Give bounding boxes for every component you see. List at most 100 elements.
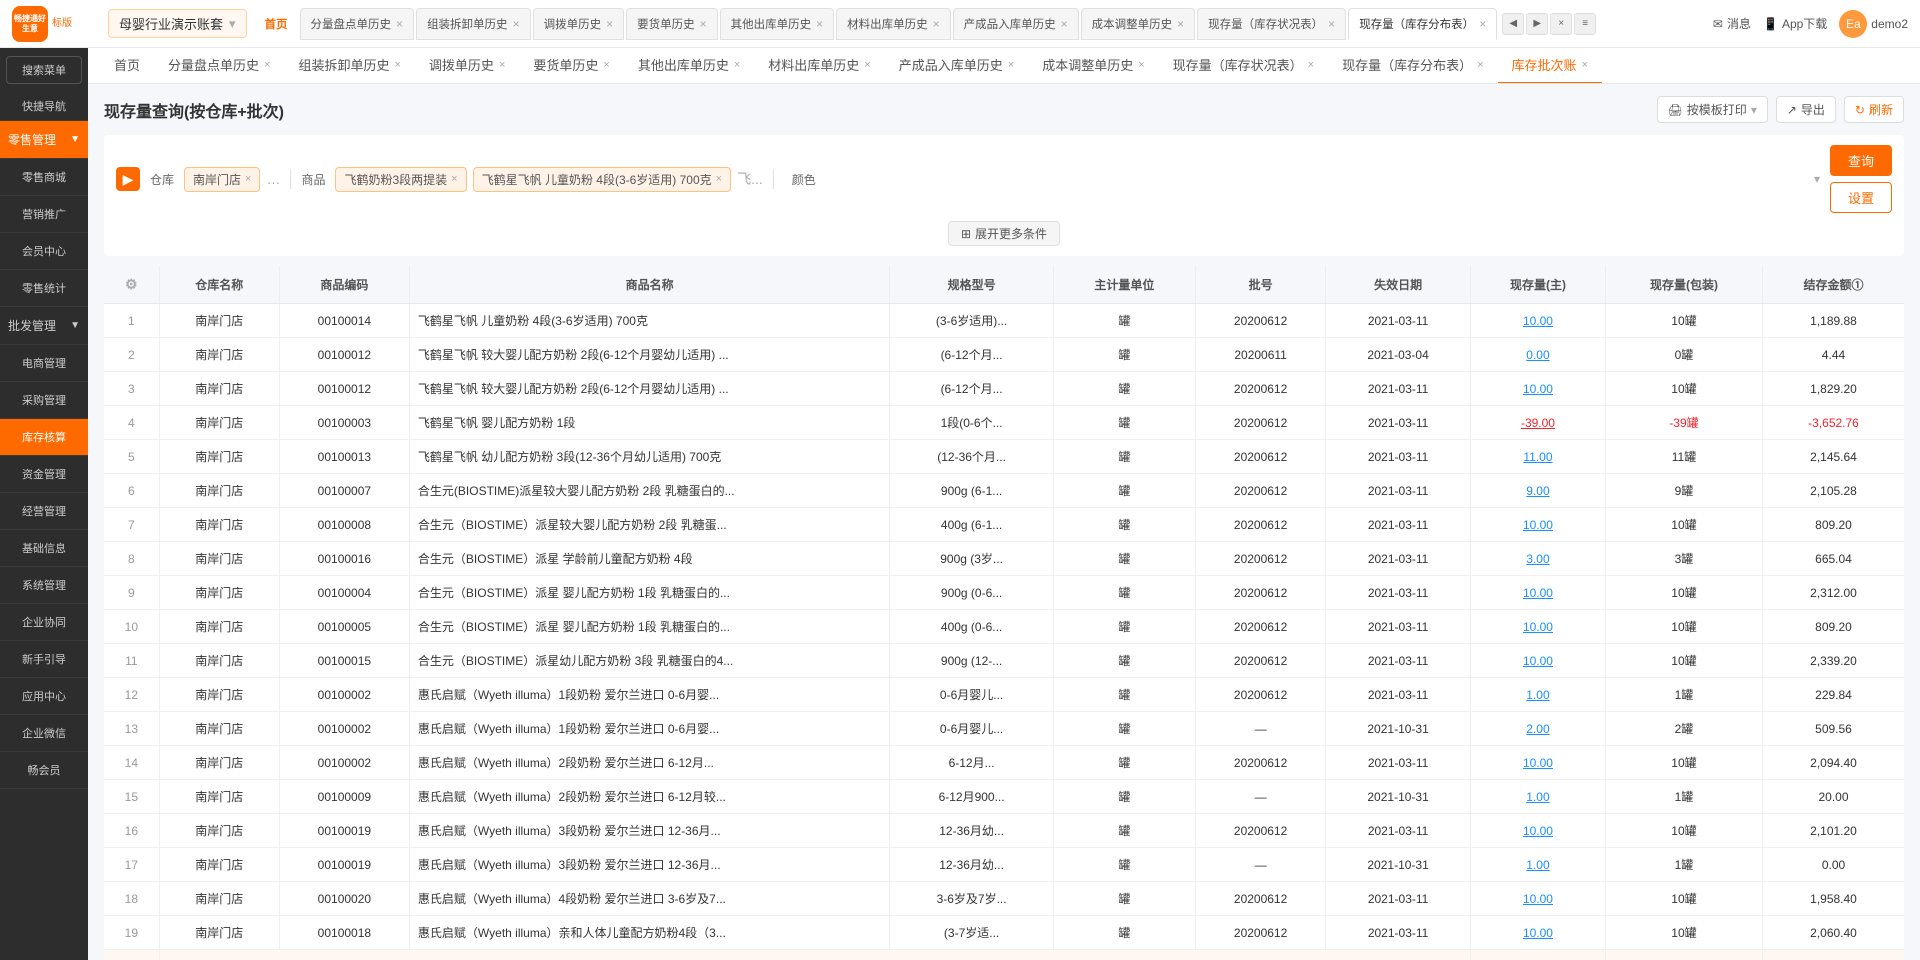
sidebar-item-retail-mgmt[interactable]: 零售管理 ▼ — [0, 121, 88, 159]
sec-nav-material-out[interactable]: 材料出库单历史 × — [754, 48, 884, 84]
close-sec-other-out[interactable]: × — [734, 59, 740, 71]
filter-toggle-btn[interactable]: ▶ — [116, 167, 140, 191]
app-download-btn[interactable]: 📱 App下载 — [1763, 15, 1827, 32]
tab-material-out[interactable]: 材料出库单历史 × — [836, 8, 951, 40]
row-amount: 1,189.88 — [1763, 304, 1904, 338]
sidebar-item-inventory[interactable]: 库存核算 — [0, 419, 88, 456]
sec-nav-product-in[interactable]: 产成品入库单历史 × — [885, 48, 1028, 84]
sidebar-item-finance[interactable]: 资金管理 — [0, 456, 88, 493]
close-sec-stock-status[interactable]: × — [1308, 59, 1314, 71]
row-amount: 1,829.20 — [1763, 372, 1904, 406]
tab-split[interactable]: 分量盘点单历史 × — [300, 8, 415, 40]
search-menu-btn[interactable]: 搜索菜单 — [6, 56, 82, 84]
close-sec-cost-adjust[interactable]: × — [1138, 59, 1144, 71]
sidebar-item-marketing[interactable]: 营销推广 — [0, 196, 88, 233]
row-warehouse: 南岸门店 — [159, 780, 279, 814]
filter-collapse-icon[interactable]: ▾ — [1814, 172, 1820, 186]
sec-nav-split[interactable]: 分量盘点单历史 × — [154, 48, 284, 84]
warehouse-tag-close[interactable]: × — [245, 173, 251, 185]
close-sec-pick[interactable]: × — [499, 59, 505, 71]
message-btn[interactable]: ✉ 消息 — [1713, 15, 1751, 32]
sidebar-item-corp[interactable]: 企业协同 — [0, 604, 88, 641]
close-sec-require[interactable]: × — [603, 59, 609, 71]
sidebar-item-ops[interactable]: 经营管理 — [0, 493, 88, 530]
row-expire: 2021-10-31 — [1326, 848, 1471, 882]
tab-disassemble[interactable]: 组装拆卸单历史 × — [416, 8, 531, 40]
product-tag-2: 飞鹤星飞帆 儿童奶粉 4段(3-6岁适用) 700克 × — [473, 167, 731, 192]
sec-nav-stock-status[interactable]: 现存量（库存状况表） × — [1159, 48, 1328, 84]
settings-btn[interactable]: 设置 — [1830, 182, 1892, 213]
color-label: 颜色 — [792, 171, 816, 188]
sec-nav-other-out[interactable]: 其他出库单历史 × — [624, 48, 754, 84]
close-sec-material-out[interactable]: × — [864, 59, 870, 71]
row-name: 飞鹤星飞帆 较大婴儿配方奶粉 2段(6-12个月婴幼儿适用) ... — [409, 338, 890, 372]
quick-nav-btn[interactable]: 快捷导航 — [0, 92, 88, 121]
row-code: 00100018 — [279, 916, 409, 950]
sec-nav-disassemble[interactable]: 组装拆卸单历史 × — [284, 48, 414, 84]
sidebar-item-system[interactable]: 系统管理 — [0, 567, 88, 604]
tab-pick[interactable]: 调拨单历史 × — [533, 8, 625, 40]
product-tag-2-close[interactable]: × — [716, 173, 722, 185]
tab-require[interactable]: 要货单历史 × — [626, 8, 718, 40]
column-settings-icon[interactable]: ⚙ — [125, 276, 138, 292]
user-menu[interactable]: Ea demo2 — [1839, 10, 1908, 38]
sidebar-item-corpwechat[interactable]: 企业微信 — [0, 715, 88, 752]
close-tab-cost-adjust[interactable]: × — [1177, 17, 1184, 31]
product-more[interactable]: 飞... — [737, 169, 763, 189]
warehouse-more[interactable]: … — [266, 171, 280, 187]
close-tab-split[interactable]: × — [396, 17, 403, 31]
query-btn[interactable]: 查询 — [1830, 145, 1892, 176]
row-batch: 20200612 — [1196, 542, 1326, 576]
sidebar-item-newguide[interactable]: 新手引导 — [0, 641, 88, 678]
close-sec-disassemble[interactable]: × — [394, 59, 400, 71]
industry-selector[interactable]: 母婴行业演示账套 ▾ — [108, 9, 247, 38]
sidebar-item-appcenter[interactable]: 应用中心 — [0, 678, 88, 715]
row-qty-pkg: 10罐 — [1605, 644, 1762, 678]
sidebar-item-purchase[interactable]: 采购管理 — [0, 382, 88, 419]
tab-menu-btn[interactable]: ≡ — [1574, 13, 1596, 35]
close-tab-require[interactable]: × — [700, 17, 707, 31]
sec-nav-batch-voucher[interactable]: 库存批次账 × — [1498, 48, 1602, 84]
row-qty-main: 10.00 — [1471, 576, 1606, 610]
print-btn[interactable]: 🖨 按模板打印 ▾ — [1657, 96, 1768, 123]
close-sec-split[interactable]: × — [264, 59, 270, 71]
color-input[interactable] — [826, 172, 1804, 186]
sidebar-item-ecommerce[interactable]: 电商管理 — [0, 345, 88, 382]
sidebar-item-member[interactable]: 会员中心 — [0, 233, 88, 270]
close-tab-pick[interactable]: × — [606, 17, 613, 31]
close-tab-stock-status[interactable]: × — [1328, 17, 1335, 31]
tab-cost-adjust[interactable]: 成本调整单历史 × — [1081, 8, 1196, 40]
close-tab-disassemble[interactable]: × — [513, 17, 520, 31]
sidebar-item-retail-mall[interactable]: 零售商城 — [0, 159, 88, 196]
sidebar-item-base[interactable]: 基础信息 — [0, 530, 88, 567]
sidebar-item-retail-stats[interactable]: 零售统计 — [0, 270, 88, 307]
close-tab-other-out[interactable]: × — [816, 17, 823, 31]
export-btn[interactable]: ↗ 导出 — [1776, 96, 1836, 123]
close-sec-product-in[interactable]: × — [1008, 59, 1014, 71]
sec-nav-cost-adjust[interactable]: 成本调整单历史 × — [1028, 48, 1158, 84]
sec-nav-stock-dist[interactable]: 现存量（库存分布表） × — [1328, 48, 1497, 84]
col-setting: ⚙ — [104, 266, 159, 304]
tab-prev-btn[interactable]: ◀ — [1502, 13, 1524, 35]
tab-other-out[interactable]: 其他出库单历史 × — [720, 8, 835, 40]
product-tag-1-close[interactable]: × — [451, 173, 457, 185]
close-tab-material-out[interactable]: × — [933, 17, 940, 31]
tab-product-in[interactable]: 产成品入库单历史 × — [953, 8, 1079, 40]
close-tab-product-in[interactable]: × — [1061, 17, 1068, 31]
sidebar-item-wholesale[interactable]: 批发管理▼ — [0, 307, 88, 345]
tab-stock-status[interactable]: 现存量（库存状况表） × — [1197, 8, 1346, 40]
tab-home[interactable]: 首页 — [255, 8, 298, 40]
sec-nav-home[interactable]: 首页 — [100, 48, 154, 84]
row-warehouse: 南岸门店 — [159, 372, 279, 406]
tab-close-btn[interactable]: × — [1550, 13, 1572, 35]
sec-nav-require[interactable]: 要货单历史 × — [519, 48, 623, 84]
tab-stock-dist[interactable]: 现存量（库存分布表） × — [1348, 8, 1497, 40]
close-sec-stock-dist[interactable]: × — [1477, 59, 1483, 71]
tab-next-btn[interactable]: ▶ — [1526, 13, 1548, 35]
expand-more-btn[interactable]: ⊞ 展开更多条件 — [948, 221, 1060, 246]
sec-nav-pick[interactable]: 调拨单历史 × — [415, 48, 519, 84]
close-tab-stock-dist[interactable]: × — [1479, 17, 1486, 31]
refresh-btn[interactable]: ↻ 刷新 — [1844, 96, 1904, 123]
sidebar-item-vip[interactable]: 畅会员 — [0, 752, 88, 789]
close-sec-batch-voucher[interactable]: × — [1582, 59, 1588, 71]
